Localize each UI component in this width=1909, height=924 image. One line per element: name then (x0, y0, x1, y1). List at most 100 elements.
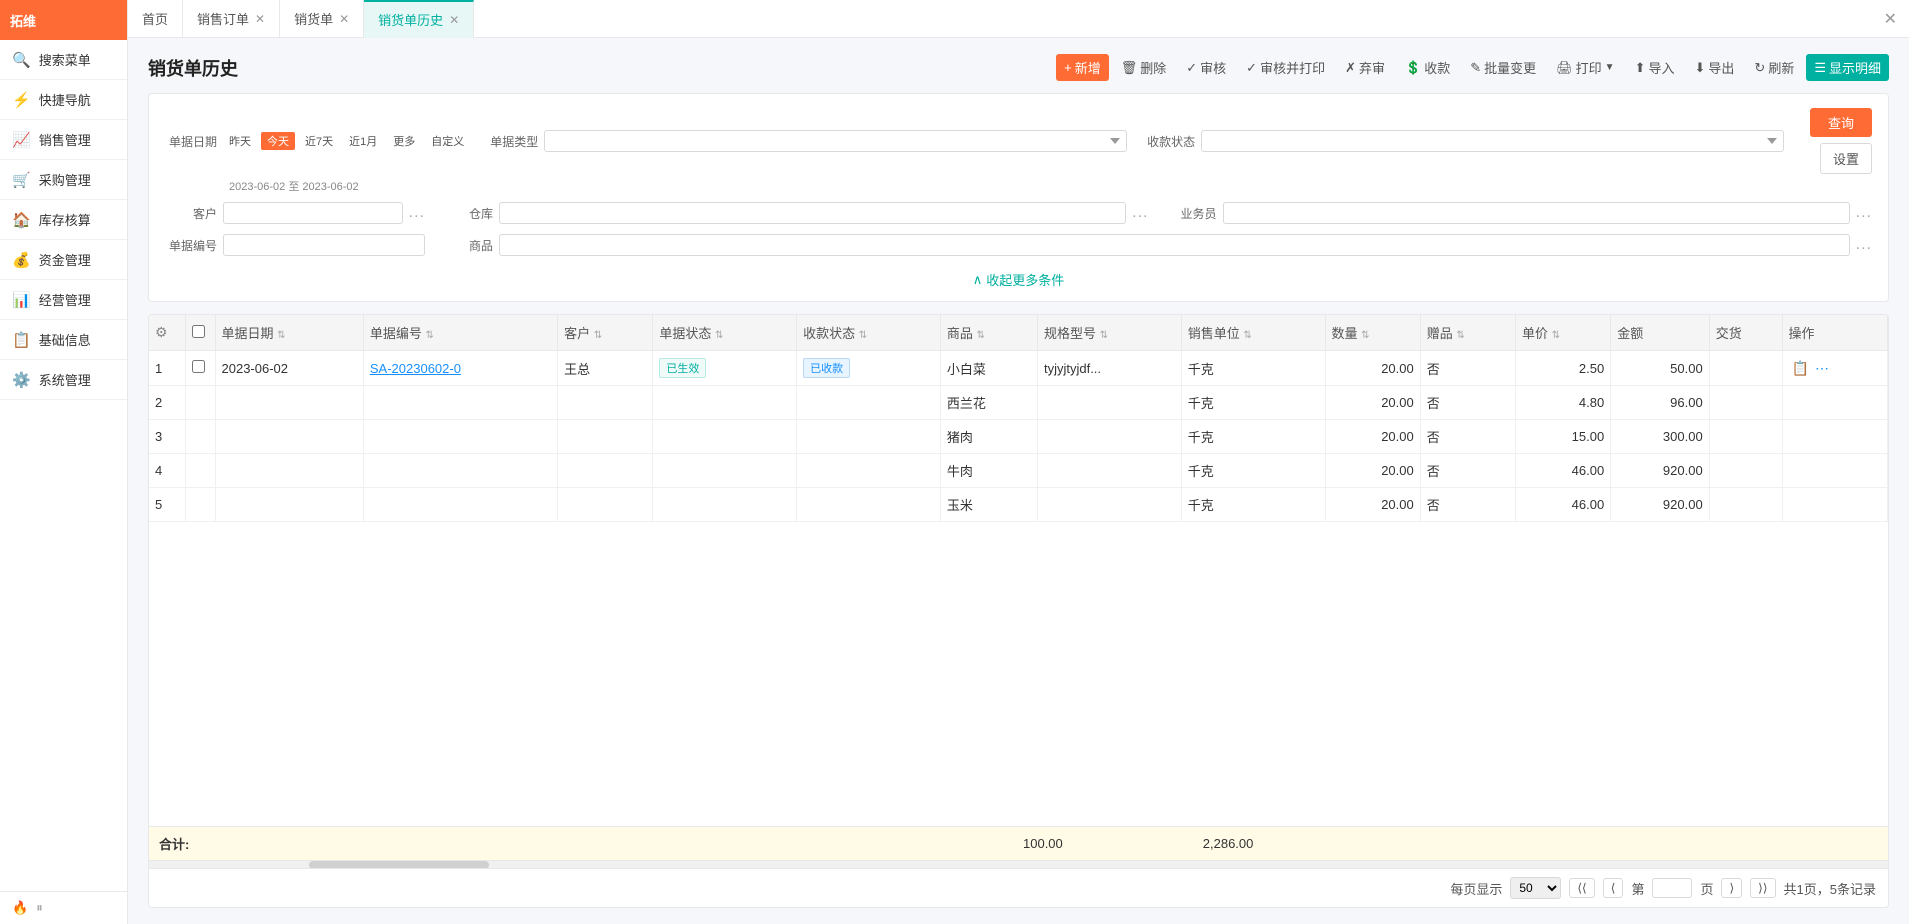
row-checkbox-cell[interactable] (185, 351, 215, 386)
query-button[interactable]: 查询 (1810, 108, 1872, 137)
row-checkbox[interactable] (192, 360, 205, 373)
th-payment-status[interactable]: 收款状态 ⇅ (797, 315, 941, 351)
row-doc-num[interactable] (363, 488, 557, 522)
sidebar-item-system-mgmt[interactable]: ⚙️ 系统管理 (0, 360, 127, 400)
salesperson-input[interactable] (1223, 202, 1850, 224)
date-option-today[interactable]: 今天 (261, 132, 295, 150)
warehouse-dots[interactable]: ... (1132, 204, 1148, 222)
tab-sales-delivery-history[interactable]: 销货单历史 ✕ (364, 0, 474, 38)
goods-dots[interactable]: ... (1856, 236, 1872, 254)
total-info: 共1页，5条记录 (1784, 879, 1876, 898)
row-doc-num[interactable] (363, 386, 557, 420)
sidebar-item-purchase-mgmt[interactable]: 🛒 采购管理 (0, 160, 127, 200)
setting-button[interactable]: 设置 (1820, 143, 1872, 174)
sidebar-label: 基础信息 (39, 330, 91, 349)
sidebar-item-quick-nav[interactable]: ⚡ 快捷导航 (0, 80, 127, 120)
th-doc-date[interactable]: 单据日期 ⇅ (215, 315, 363, 351)
sidebar-bottom-icon1[interactable]: 🔥 (12, 900, 28, 916)
select-all-checkbox[interactable] (192, 325, 205, 338)
row-checkbox-cell[interactable] (185, 386, 215, 420)
th-sales-unit[interactable]: 销售单位 ⇅ (1181, 315, 1325, 351)
customer-input[interactable] (223, 202, 403, 224)
sidebar-item-inventory-calc[interactable]: 🏠 库存核算 (0, 200, 127, 240)
collect-button[interactable]: 💲 收款 (1397, 54, 1458, 81)
th-unit-price[interactable]: 单价 ⇅ (1515, 315, 1610, 351)
refresh-button[interactable]: ↻ 刷新 (1746, 54, 1802, 81)
sidebar-item-basic-info[interactable]: 📋 基础信息 (0, 320, 127, 360)
sidebar-item-sales-mgmt[interactable]: 📈 销售管理 (0, 120, 127, 160)
date-option-yesterday[interactable]: 昨天 (223, 132, 257, 150)
row-doc-status (653, 488, 797, 522)
row-operations[interactable] (1782, 420, 1888, 454)
tab-close-sales-order[interactable]: ✕ (255, 12, 265, 26)
gear-icon[interactable]: ⚙ (155, 324, 168, 340)
row-spec: tyjyjtyjdf... (1037, 351, 1181, 386)
th-gear[interactable]: ⚙ (149, 315, 185, 351)
review-print-button[interactable]: ✓ 审核并打印 (1238, 54, 1333, 81)
th-doc-num[interactable]: 单据编号 ⇅ (363, 315, 557, 351)
date-option-more[interactable]: 更多 (387, 132, 421, 150)
page-size-select[interactable]: 50 100 (1510, 877, 1561, 899)
export-button[interactable]: ⬇ 导出 (1686, 54, 1742, 81)
warehouse-input[interactable] (499, 202, 1126, 224)
prev-page-button[interactable]: ⟨ (1603, 878, 1624, 898)
new-button[interactable]: + 新增 (1056, 54, 1109, 81)
salesperson-label: 业务员 (1165, 205, 1217, 222)
batch-change-button[interactable]: ✎ 批量变更 (1462, 54, 1544, 81)
row-doc-num[interactable]: SA-20230602-0 (363, 351, 557, 386)
sidebar-item-operations-mgmt[interactable]: 📊 经营管理 (0, 280, 127, 320)
payment-status-select[interactable] (1201, 130, 1784, 152)
doc-type-select[interactable] (544, 130, 1127, 152)
row-unit-price: 2.50 (1515, 351, 1610, 386)
close-all-tabs[interactable]: ✕ (1872, 9, 1909, 29)
tab-sales-order[interactable]: 销售订单 ✕ (183, 0, 280, 38)
import-button[interactable]: ⬆ 导入 (1627, 54, 1683, 81)
row-operations[interactable]: 📋⋯ (1782, 351, 1888, 386)
th-quantity[interactable]: 数量 ⇅ (1325, 315, 1420, 351)
abandon-button[interactable]: ✗ 弃审 (1337, 54, 1393, 81)
row-checkbox-cell[interactable] (185, 420, 215, 454)
th-goods[interactable]: 商品 ⇅ (940, 315, 1037, 351)
sidebar-item-search-menu[interactable]: 🔍 搜索菜单 (0, 40, 127, 80)
doc-num-link[interactable]: SA-20230602-0 (370, 361, 461, 376)
first-page-button[interactable]: ⟨⟨ (1569, 878, 1594, 898)
page-number-input[interactable]: 1 (1652, 878, 1692, 898)
tab-sales-delivery[interactable]: 销货单 ✕ (280, 0, 364, 38)
customer-dots[interactable]: ... (409, 204, 425, 222)
salesperson-dots[interactable]: ... (1856, 204, 1872, 222)
th-gift[interactable]: 赠品 ⇅ (1420, 315, 1515, 351)
doc-num-input[interactable] (223, 234, 425, 256)
collapse-button[interactable]: ∧ 收起更多条件 (165, 266, 1872, 293)
row-amount: 300.00 (1611, 420, 1709, 454)
th-customer[interactable]: 客户 ⇅ (558, 315, 653, 351)
horizontal-scrollbar-track[interactable] (149, 860, 1888, 868)
date-option-7days[interactable]: 近7天 (299, 132, 339, 150)
tab-close-history[interactable]: ✕ (449, 13, 459, 27)
th-spec[interactable]: 规格型号 ⇅ (1037, 315, 1181, 351)
page-unit: 页 (1700, 879, 1713, 898)
row-doc-num[interactable] (363, 420, 557, 454)
delete-button[interactable]: 🗑 删除 (1113, 54, 1175, 81)
goods-input[interactable] (499, 234, 1850, 256)
date-option-custom[interactable]: 自定义 (425, 132, 470, 150)
row-operations[interactable] (1782, 488, 1888, 522)
row-checkbox-cell[interactable] (185, 454, 215, 488)
row-gift: 否 (1420, 454, 1515, 488)
row-operations[interactable] (1782, 454, 1888, 488)
op-more-button[interactable]: ⋯ (1812, 359, 1832, 378)
date-option-1month[interactable]: 近1月 (343, 132, 383, 150)
row-checkbox-cell[interactable] (185, 488, 215, 522)
last-page-button[interactable]: ⟩⟩ (1750, 878, 1775, 898)
sidebar-item-finance-mgmt[interactable]: 💰 资金管理 (0, 240, 127, 280)
tab-home[interactable]: 首页 (128, 0, 183, 38)
review-button[interactable]: ✓ 审核 (1178, 54, 1234, 81)
op-copy-button[interactable]: 📋 (1789, 359, 1812, 378)
row-doc-num[interactable] (363, 454, 557, 488)
tab-close-sales-delivery[interactable]: ✕ (339, 12, 349, 26)
th-doc-status[interactable]: 单据状态 ⇅ (653, 315, 797, 351)
sidebar-bottom-icon2[interactable]: ⏸ (36, 900, 43, 916)
row-operations[interactable] (1782, 386, 1888, 420)
print-button[interactable]: 🖨 打印 ▼ (1548, 54, 1622, 81)
show-detail-button[interactable]: ☰ 显示明细 (1806, 54, 1889, 81)
next-page-button[interactable]: ⟩ (1721, 878, 1742, 898)
